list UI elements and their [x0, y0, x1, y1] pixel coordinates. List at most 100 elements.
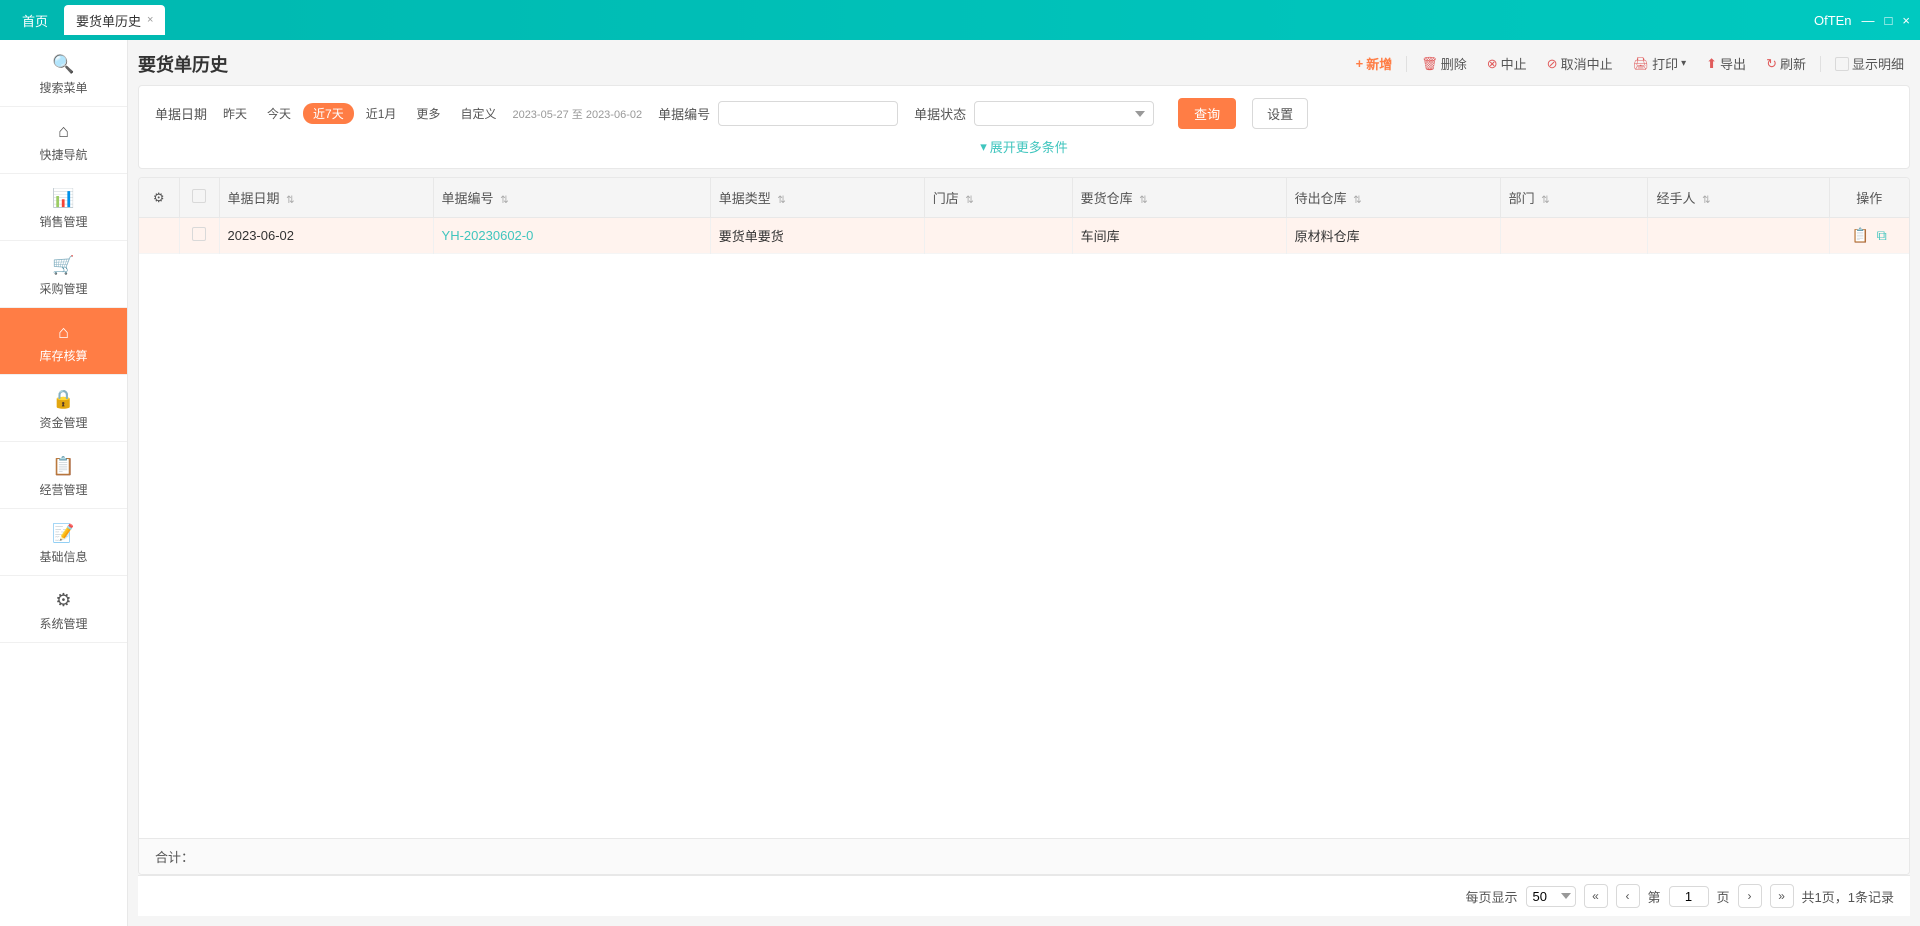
- content-area: 要货单历史 + 新增 🗑 删除 ⊗ 中止 ⊘ 取消中止: [128, 40, 1920, 926]
- row-checkbox[interactable]: [192, 227, 206, 241]
- expand-btn[interactable]: ▾ 展开更多条件: [980, 137, 1068, 156]
- sidebar-search-menu-label: 搜索菜单: [39, 79, 87, 96]
- col-settings[interactable]: ⚙: [139, 178, 179, 218]
- col-docno-header: 单据编号 ⇅: [433, 178, 710, 218]
- col-dept-sort-icon[interactable]: ⇅: [1541, 195, 1549, 206]
- sidebar-item-search-menu[interactable]: 🔍 搜索菜单: [0, 40, 127, 107]
- brand-label: OfTEn: [1814, 13, 1852, 28]
- sidebar-item-system[interactable]: ⚙ 系统管理: [0, 576, 127, 643]
- query-button[interactable]: 查询: [1178, 98, 1236, 129]
- row-checkbox-cell[interactable]: [179, 218, 219, 254]
- refresh-icon: ↻: [1766, 56, 1777, 72]
- col-dept-header: 部门 ⇅: [1500, 178, 1648, 218]
- col-doctype-sort-icon[interactable]: ⇅: [777, 195, 785, 206]
- delete-button[interactable]: 🗑 删除: [1415, 50, 1473, 77]
- sidebar-inventory-label: 库存核算: [39, 347, 87, 364]
- show-detail-checkbox-box[interactable]: [1835, 57, 1849, 71]
- stop-icon: ⊗: [1487, 56, 1498, 72]
- refresh-label: 刷新: [1780, 54, 1806, 73]
- date-btn-yesterday[interactable]: 昨天: [215, 103, 255, 124]
- delete-label: 删除: [1441, 54, 1467, 73]
- col-date-sort-icon[interactable]: ⇅: [286, 195, 294, 206]
- minimize-icon[interactable]: —: [1862, 13, 1875, 28]
- row-docno[interactable]: YH-20230602-0: [433, 218, 710, 254]
- col-store-sort-icon[interactable]: ⇅: [965, 195, 973, 206]
- add-label: 新增: [1366, 54, 1392, 73]
- col-docno-sort-icon[interactable]: ⇅: [500, 195, 508, 206]
- col-docno-label: 单据编号: [442, 191, 494, 206]
- export-button[interactable]: ⬆ 导出: [1700, 50, 1752, 77]
- next-page-button[interactable]: ›: [1738, 884, 1762, 908]
- cancel-stop-button[interactable]: ⊘ 取消中止: [1541, 50, 1619, 77]
- row-edit-icon[interactable]: 📋: [1852, 227, 1869, 243]
- col-handler-sort-icon[interactable]: ⇅: [1702, 195, 1710, 206]
- add-icon: +: [1356, 56, 1364, 71]
- col-pendwh-sort-icon[interactable]: ⇅: [1353, 195, 1361, 206]
- col-doctype-label: 单据类型: [719, 191, 771, 206]
- row-copy-icon[interactable]: ⧉: [1877, 227, 1887, 243]
- sidebar-item-basics[interactable]: 📝 基础信息: [0, 509, 127, 576]
- col-reqwh-sort-icon[interactable]: ⇅: [1139, 195, 1147, 206]
- doc-no-label: 单据编号: [658, 104, 710, 123]
- main-layout: 🔍 搜索菜单 ⌂ 快捷导航 📊 销售管理 🛒 采购管理 ⌂ 库存核算 🔒 资金管…: [0, 40, 1920, 926]
- doc-no-filter-group: 单据编号: [658, 101, 898, 126]
- purchase-icon: 🛒: [52, 255, 74, 276]
- date-btn-1month[interactable]: 近1月: [358, 103, 405, 124]
- show-detail-checkbox[interactable]: 显示明细: [1829, 50, 1910, 77]
- toolbar: + 新增 🗑 删除 ⊗ 中止 ⊘ 取消中止 🖨 打印: [1350, 50, 1910, 77]
- prev-page-button[interactable]: ‹: [1616, 884, 1640, 908]
- col-dept-label: 部门: [1509, 191, 1535, 206]
- close-tab-icon[interactable]: ×: [147, 14, 153, 26]
- settings-button[interactable]: 设置: [1252, 98, 1308, 129]
- col-pendwh-header: 待出仓库 ⇅: [1286, 178, 1500, 218]
- cancel-stop-icon: ⊘: [1547, 56, 1558, 72]
- date-btn-7days[interactable]: 近7天: [303, 103, 354, 124]
- sidebar-purchase-label: 采购管理: [39, 280, 87, 297]
- page-input[interactable]: [1669, 886, 1709, 907]
- sidebar-item-finance[interactable]: 🔒 资金管理: [0, 375, 127, 442]
- doc-no-input[interactable]: [718, 101, 898, 126]
- active-tab[interactable]: 要货单历史 ×: [64, 5, 165, 35]
- filter-row: 单据日期 昨天 今天 近7天 近1月 更多 自定义 2023-05-27 至 2…: [155, 98, 1893, 129]
- search-menu-icon: 🔍: [52, 54, 74, 75]
- delete-icon: 🗑: [1421, 56, 1438, 72]
- date-btn-more[interactable]: 更多: [408, 103, 448, 124]
- print-button[interactable]: 🖨 打印 ▾: [1627, 50, 1693, 77]
- sidebar-item-sales[interactable]: 📊 销售管理: [0, 174, 127, 241]
- col-doctype-header: 单据类型 ⇅: [710, 178, 924, 218]
- sidebar-finance-label: 资金管理: [39, 414, 87, 431]
- page-suffix: 页: [1717, 887, 1730, 906]
- first-page-button[interactable]: «: [1584, 884, 1608, 908]
- row-docno-link[interactable]: YH-20230602-0: [442, 228, 534, 243]
- sidebar-item-purchase[interactable]: 🛒 采购管理: [0, 241, 127, 308]
- refresh-button[interactable]: ↻ 刷新: [1760, 50, 1812, 77]
- col-reqwh-label: 要货仓库: [1081, 191, 1133, 206]
- row-dept: [1500, 218, 1648, 254]
- col-store-header: 门店 ⇅: [924, 178, 1072, 218]
- date-btn-today[interactable]: 今天: [259, 103, 299, 124]
- select-all-checkbox[interactable]: [192, 189, 206, 203]
- home-tab[interactable]: 首页: [10, 5, 60, 35]
- col-checkbox-header[interactable]: [179, 178, 219, 218]
- per-page-select[interactable]: 50 10 20 100: [1526, 886, 1576, 907]
- last-page-button[interactable]: »: [1770, 884, 1794, 908]
- page-title: 要货单历史: [138, 51, 228, 77]
- sidebar-item-quick-nav[interactable]: ⌂ 快捷导航: [0, 107, 127, 174]
- sidebar-item-operations[interactable]: 📋 经营管理: [0, 442, 127, 509]
- cancel-stop-label: 取消中止: [1561, 54, 1613, 73]
- stop-button[interactable]: ⊗ 中止: [1481, 50, 1533, 77]
- add-button[interactable]: + 新增: [1350, 50, 1399, 77]
- filter-area: 单据日期 昨天 今天 近7天 近1月 更多 自定义 2023-05-27 至 2…: [138, 85, 1910, 169]
- row-settings: [139, 218, 179, 254]
- date-btn-custom[interactable]: 自定义: [452, 103, 504, 124]
- status-select[interactable]: [974, 101, 1154, 126]
- col-reqwh-header: 要货仓库 ⇅: [1072, 178, 1286, 218]
- sidebar: 🔍 搜索菜单 ⌂ 快捷导航 📊 销售管理 🛒 采购管理 ⌂ 库存核算 🔒 资金管…: [0, 40, 128, 926]
- top-bar-right: OfTEn — □ ×: [1814, 13, 1910, 28]
- page-header: 要货单历史 + 新增 🗑 删除 ⊗ 中止 ⊘ 取消中止: [138, 50, 1910, 77]
- col-handler-header: 经手人 ⇅: [1648, 178, 1829, 218]
- sidebar-item-inventory[interactable]: ⌂ 库存核算: [0, 308, 127, 375]
- maximize-icon[interactable]: □: [1885, 13, 1893, 28]
- col-date-label: 单据日期: [228, 191, 280, 206]
- window-close-icon[interactable]: ×: [1902, 13, 1910, 28]
